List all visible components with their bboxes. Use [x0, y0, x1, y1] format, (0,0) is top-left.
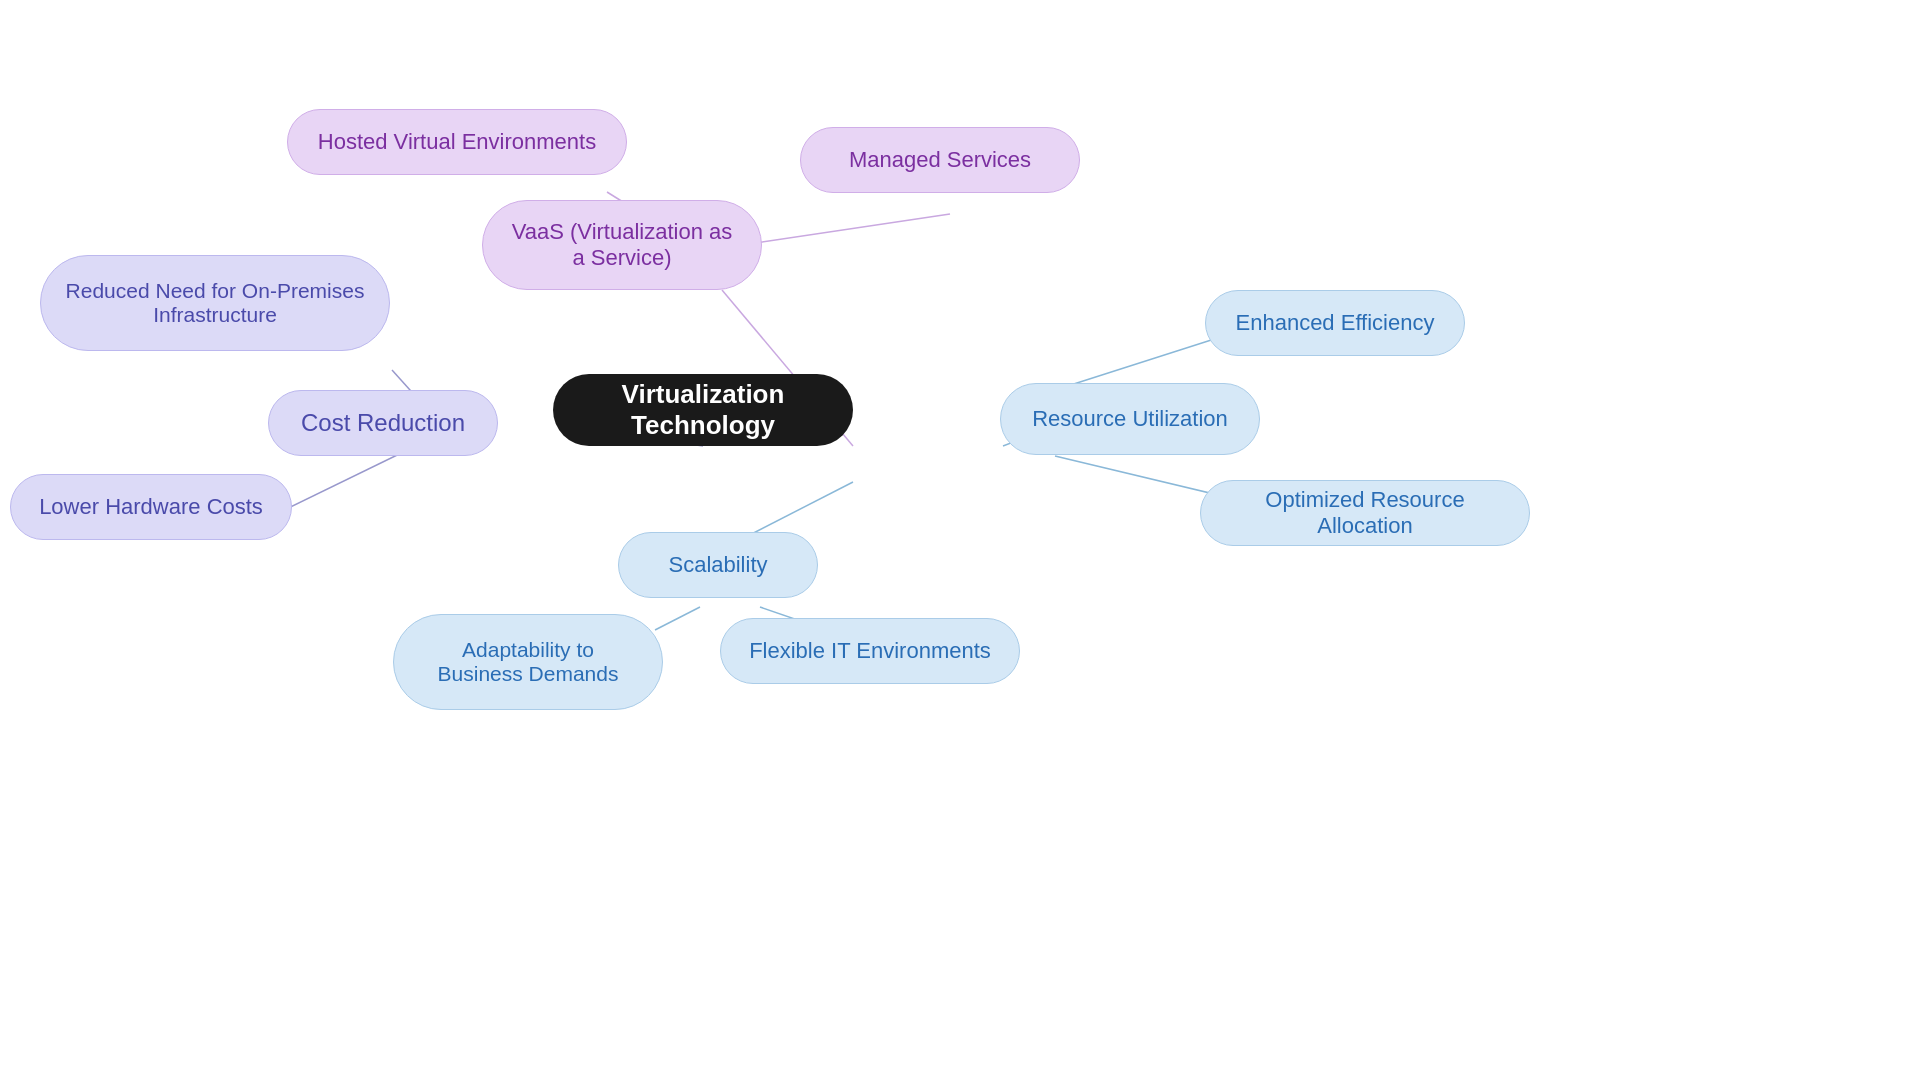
- svg-line-2: [742, 214, 950, 245]
- hosted-virtual-node: Hosted Virtual Environments: [287, 109, 627, 175]
- scalability-node: Scalability: [618, 532, 818, 598]
- flexible-it-node: Flexible IT Environments: [720, 618, 1020, 684]
- managed-services-node: Managed Services: [800, 127, 1080, 193]
- enhanced-efficiency-node: Enhanced Efficiency: [1205, 290, 1465, 356]
- lower-hardware-node: Lower Hardware Costs: [10, 474, 292, 540]
- vaas-node: VaaS (Virtualization as a Service): [482, 200, 762, 290]
- svg-line-10: [655, 607, 700, 630]
- reduced-need-node: Reduced Need for On-Premises Infrastruct…: [40, 255, 390, 351]
- adaptability-node: Adaptability to Business Demands: [393, 614, 663, 710]
- optimized-allocation-node: Optimized Resource Allocation: [1200, 480, 1530, 546]
- resource-utilization-node: Resource Utilization: [1000, 383, 1260, 455]
- cost-reduction-node: Cost Reduction: [268, 390, 498, 456]
- center-node: Virtualization Technology: [553, 374, 853, 446]
